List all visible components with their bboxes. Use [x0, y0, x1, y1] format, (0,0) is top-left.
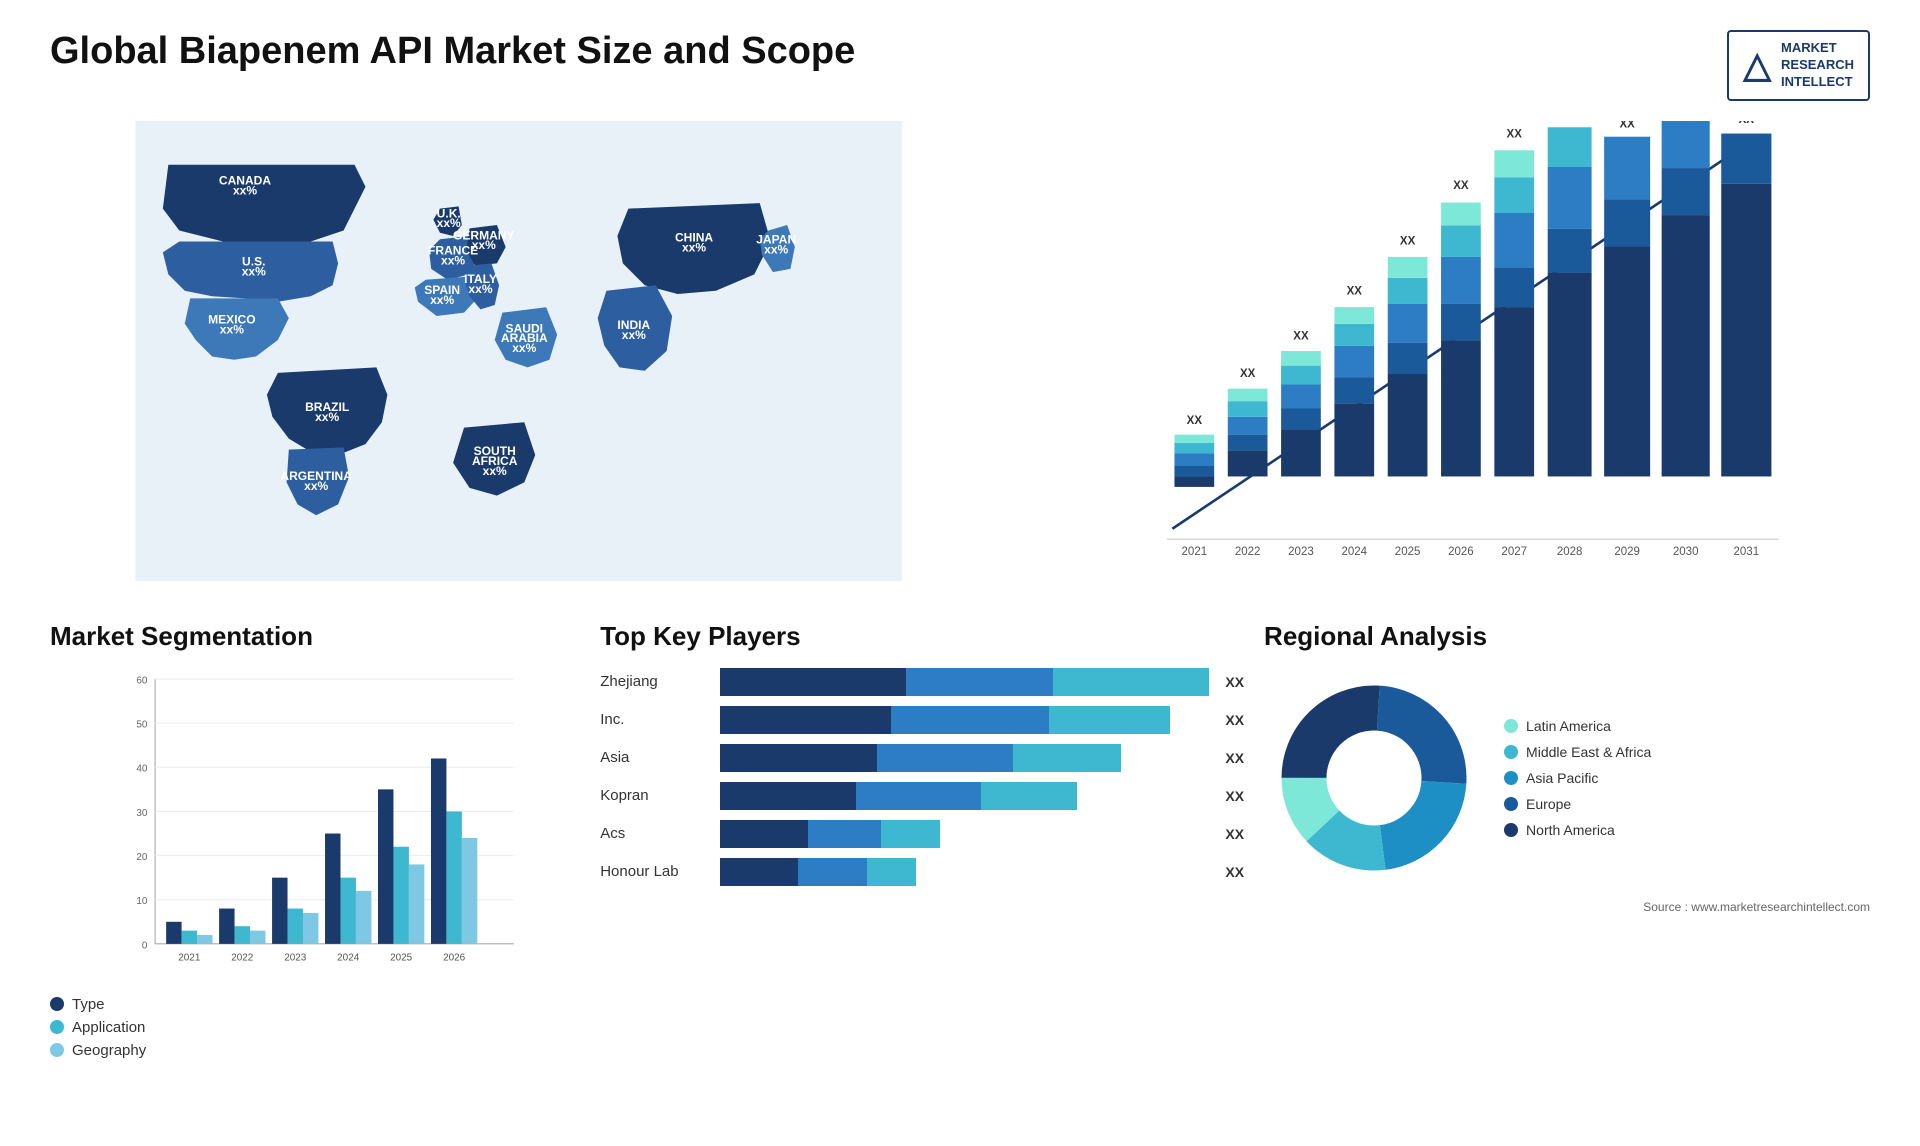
- dot-europe: [1504, 797, 1518, 811]
- list-item: Asia XX: [600, 744, 1244, 772]
- key-players: Top Key Players Zhejiang XX Inc.: [600, 621, 1244, 886]
- svg-text:2026: 2026: [443, 952, 466, 963]
- svg-text:20: 20: [136, 852, 148, 863]
- svg-text:2022: 2022: [1234, 546, 1260, 558]
- svg-text:2028: 2028: [1556, 546, 1582, 558]
- player-bar: [720, 820, 1209, 848]
- market-segmentation: Market Segmentation 0 10 20 30 40 50 60: [50, 621, 580, 1059]
- svg-text:2021: 2021: [178, 952, 201, 963]
- svg-text:2024: 2024: [1341, 546, 1367, 558]
- svg-text:xx%: xx%: [441, 253, 465, 267]
- svg-text:2023: 2023: [284, 952, 307, 963]
- market-bar-chart: XX 2021 XX 2022 XX 2023: [1018, 121, 1870, 581]
- svg-text:xx%: xx%: [682, 240, 706, 254]
- dot-asia-pacific: [1504, 771, 1518, 785]
- dot-middle-east-africa: [1504, 745, 1518, 759]
- list-item: Zhejiang XX: [600, 668, 1244, 696]
- svg-text:xx%: xx%: [233, 183, 257, 197]
- segmentation-chart: 0 10 20 30 40 50 60: [50, 668, 580, 988]
- players-list: Zhejiang XX Inc.: [600, 668, 1244, 886]
- svg-text:xx%: xx%: [242, 264, 266, 278]
- legend-dot-application: [50, 1020, 64, 1034]
- world-map: CANADA xx% U.S. xx% MEXICO xx% BRAZIL xx…: [50, 121, 988, 581]
- list-item: Honour Lab XX: [600, 858, 1244, 886]
- svg-text:XX: XX: [1293, 330, 1309, 342]
- svg-text:XX: XX: [1346, 285, 1362, 297]
- svg-text:XX: XX: [1506, 128, 1522, 140]
- svg-text:XX: XX: [1186, 415, 1202, 427]
- svg-text:2026: 2026: [1448, 546, 1474, 558]
- svg-text:xx%: xx%: [220, 322, 244, 336]
- legend-geography: Geography: [50, 1042, 580, 1059]
- segmentation-title: Market Segmentation: [50, 621, 580, 652]
- svg-text:2021: 2021: [1181, 546, 1207, 558]
- svg-text:xx%: xx%: [622, 328, 646, 342]
- svg-text:xx%: xx%: [304, 479, 328, 493]
- legend-north-america: North America: [1504, 822, 1651, 838]
- svg-text:xx%: xx%: [472, 238, 496, 252]
- player-bar: [720, 858, 1209, 886]
- source-text: Source : www.marketresearchintellect.com: [1264, 900, 1870, 914]
- svg-text:10: 10: [136, 896, 148, 907]
- regional-content: Latin America Middle East & Africa Asia …: [1264, 668, 1870, 888]
- legend-type: Type: [50, 996, 580, 1013]
- svg-text:xx%: xx%: [430, 293, 454, 307]
- svg-text:XX: XX: [1453, 180, 1469, 192]
- bottom-section: Market Segmentation 0 10 20 30 40 50 60: [50, 621, 1870, 1059]
- key-players-title: Top Key Players: [600, 621, 1244, 652]
- svg-text:2022: 2022: [231, 952, 254, 963]
- logo-text: MARKET RESEARCH INTELLECT: [1781, 40, 1854, 91]
- svg-text:2031: 2031: [1733, 546, 1759, 558]
- header: Global Biapenem API Market Size and Scop…: [50, 30, 1870, 101]
- player-bar: [720, 782, 1209, 810]
- legend-application: Application: [50, 1019, 580, 1036]
- list-item: Kopran XX: [600, 782, 1244, 810]
- legend-europe: Europe: [1504, 796, 1651, 812]
- legend-dot-type: [50, 997, 64, 1011]
- svg-text:XX: XX: [1400, 235, 1416, 247]
- regional-analysis: Regional Analysis: [1264, 621, 1870, 914]
- dot-north-america: [1504, 823, 1518, 837]
- svg-text:30: 30: [136, 808, 148, 819]
- regional-legend: Latin America Middle East & Africa Asia …: [1504, 718, 1651, 838]
- svg-text:50: 50: [136, 719, 148, 730]
- svg-text:xx%: xx%: [512, 341, 536, 355]
- svg-text:2027: 2027: [1501, 546, 1527, 558]
- svg-text:xx%: xx%: [315, 410, 339, 424]
- svg-text:2023: 2023: [1288, 546, 1314, 558]
- svg-text:0: 0: [142, 940, 148, 951]
- logo: △ MARKET RESEARCH INTELLECT: [1727, 30, 1870, 101]
- legend-asia-pacific: Asia Pacific: [1504, 770, 1651, 786]
- svg-text:40: 40: [136, 763, 148, 774]
- svg-text:XX: XX: [1619, 121, 1635, 130]
- dot-latin-america: [1504, 719, 1518, 733]
- svg-text:60: 60: [136, 675, 148, 686]
- player-bar: [720, 706, 1209, 734]
- top-section: CANADA xx% U.S. xx% MEXICO xx% BRAZIL xx…: [50, 121, 1870, 581]
- legend-middle-east-africa: Middle East & Africa: [1504, 744, 1651, 760]
- regional-title: Regional Analysis: [1264, 621, 1870, 652]
- player-bar: [720, 744, 1209, 772]
- donut-chart: [1264, 668, 1484, 888]
- list-item: Acs XX: [600, 820, 1244, 848]
- svg-text:xx%: xx%: [483, 463, 507, 477]
- svg-text:2030: 2030: [1673, 546, 1699, 558]
- player-bar: [720, 668, 1209, 696]
- segmentation-legend: Type Application Geography: [50, 996, 580, 1059]
- svg-text:2025: 2025: [1394, 546, 1420, 558]
- svg-text:xx%: xx%: [468, 282, 492, 296]
- legend-dot-geography: [50, 1043, 64, 1057]
- svg-text:xx%: xx%: [764, 242, 788, 256]
- svg-text:2029: 2029: [1614, 546, 1640, 558]
- logo-m: △: [1743, 44, 1771, 86]
- svg-text:2024: 2024: [337, 952, 360, 963]
- page-title: Global Biapenem API Market Size and Scop…: [50, 30, 855, 73]
- legend-latin-america: Latin America: [1504, 718, 1651, 734]
- svg-text:XX: XX: [1738, 121, 1754, 126]
- list-item: Inc. XX: [600, 706, 1244, 734]
- svg-text:2025: 2025: [390, 952, 413, 963]
- svg-text:XX: XX: [1240, 368, 1256, 380]
